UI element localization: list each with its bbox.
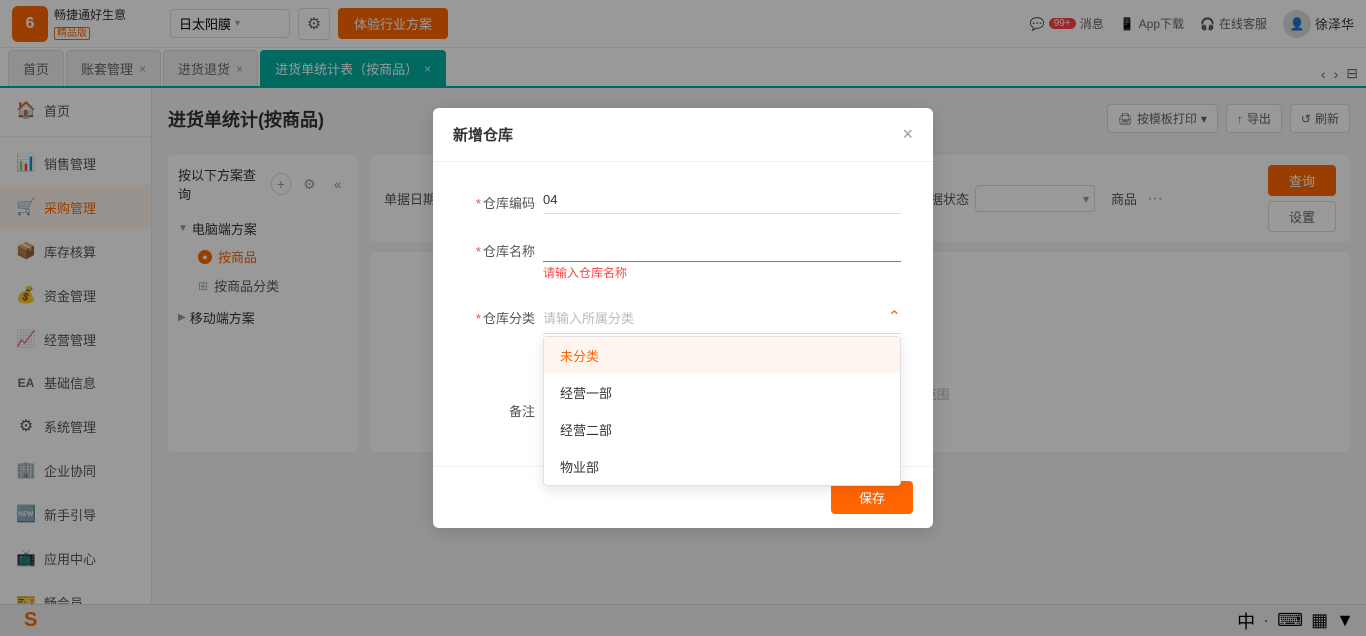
notes-field-label: 备注	[465, 394, 535, 420]
name-field-control: 请输入仓库名称	[543, 234, 901, 281]
name-required-star: *	[476, 244, 481, 259]
modal-close-button[interactable]: ×	[902, 124, 913, 145]
modal-body: *仓库编码 *仓库名称 请输入仓库名称 *仓库分类	[433, 162, 933, 466]
name-field-label: *仓库名称	[465, 234, 535, 260]
category-dropdown: 未分类 经营一部 经营二部 物业部	[543, 336, 901, 486]
code-input[interactable]	[543, 186, 901, 214]
code-required-star: *	[476, 196, 481, 211]
modal-header: 新增仓库 ×	[433, 108, 933, 162]
category-select[interactable]: 请输入所属分类 ⌃	[543, 301, 901, 334]
add-warehouse-modal: 新增仓库 × *仓库编码 *仓库名称 请输入仓库名称	[433, 108, 933, 528]
name-error-msg: 请输入仓库名称	[543, 264, 901, 281]
modal-overlay: 新增仓库 × *仓库编码 *仓库名称 请输入仓库名称	[0, 0, 1366, 636]
code-field-label: *仓库编码	[465, 186, 535, 212]
name-input[interactable]	[543, 234, 901, 262]
code-field-control	[543, 186, 901, 214]
category-chevron-up-icon[interactable]: ⌃	[888, 307, 901, 327]
category-placeholder: 请输入所属分类	[543, 308, 634, 327]
category-field-row: *仓库分类 请输入所属分类 ⌃ 未分类 经营一部 经营二部 物业部	[465, 301, 901, 334]
category-field-control: 请输入所属分类 ⌃ 未分类 经营一部 经营二部 物业部	[543, 301, 901, 334]
name-field-row: *仓库名称 请输入仓库名称	[465, 234, 901, 281]
code-field-row: *仓库编码	[465, 186, 901, 214]
modal-title: 新增仓库	[453, 124, 513, 145]
dropdown-item-dept3[interactable]: 物业部	[544, 448, 900, 485]
dropdown-item-dept1[interactable]: 经营一部	[544, 374, 900, 411]
category-required-star: *	[476, 311, 481, 326]
category-field-label: *仓库分类	[465, 301, 535, 327]
dropdown-item-dept2[interactable]: 经营二部	[544, 411, 900, 448]
dropdown-item-unclassified[interactable]: 未分类	[544, 337, 900, 374]
